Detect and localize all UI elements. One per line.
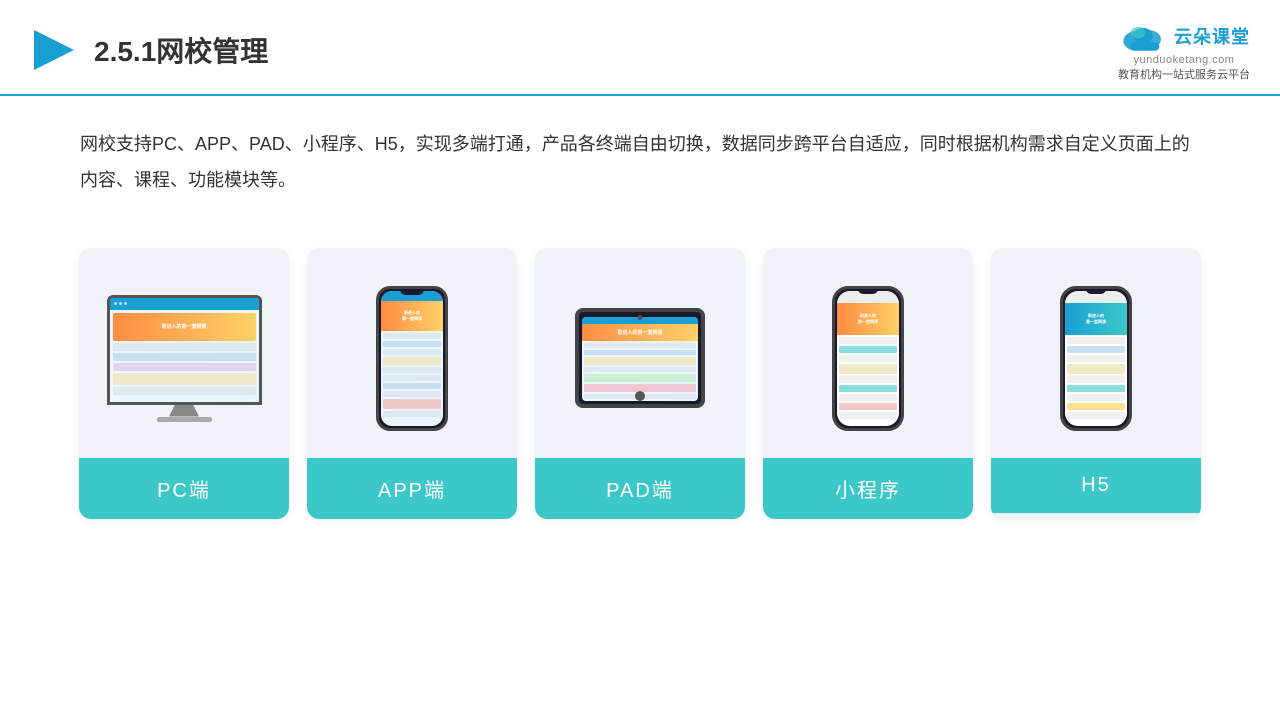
- pad-outer: 职进人的第一堂网课: [575, 308, 705, 408]
- cloud-icon: [1118, 18, 1168, 54]
- h5-phone-outer: 职进人的第一堂网课: [1060, 286, 1132, 431]
- logo-area: 云朵课堂 yunduoketang.com 教育机构一站式服务云平台: [1118, 18, 1250, 82]
- app-label: APP端: [307, 458, 517, 519]
- description-text: 网校支持PC、APP、PAD、小程序、H5，实现多端打通，产品各终端自由切换，数…: [80, 134, 1190, 190]
- pc-label: PC端: [79, 458, 289, 519]
- pc-mock: 职进人的第一堂网课: [107, 295, 262, 422]
- pc-card: 职进人的第一堂网课 PC端: [79, 248, 289, 519]
- pad-mock: 职进人的第一堂网课: [575, 308, 705, 408]
- logo-text-en: yunduoketang.com: [1134, 54, 1235, 66]
- mini-phone-mock: 职进人的第一堂网课: [832, 286, 904, 431]
- cards-area: 职进人的第一堂网课 PC端: [0, 218, 1280, 539]
- app-phone-mock: 职进人的第一堂网课: [376, 286, 448, 431]
- pad-image: 职进人的第一堂网课: [535, 248, 745, 458]
- pc-image: 职进人的第一堂网课: [79, 248, 289, 458]
- play-icon: [30, 26, 78, 74]
- header-left: 2.5.1网校管理: [30, 26, 268, 74]
- app-image: 职进人的第一堂网课: [307, 248, 517, 458]
- h5-image: 职进人的第一堂网课: [991, 248, 1201, 458]
- description: 网校支持PC、APP、PAD、小程序、H5，实现多端打通，产品各终端自由切换，数…: [0, 96, 1280, 208]
- pad-card: 职进人的第一堂网课 PAD端: [535, 248, 745, 519]
- logo-text-cn: 云朵课堂: [1174, 23, 1250, 49]
- logo-tagline: 教育机构一站式服务云平台: [1118, 66, 1250, 82]
- h5-phone-mock: 职进人的第一堂网课: [1060, 286, 1132, 431]
- h5-card: 职进人的第一堂网课: [991, 248, 1201, 519]
- mini-image: 职进人的第一堂网课: [763, 248, 973, 458]
- monitor: 职进人的第一堂网课: [107, 295, 262, 405]
- mini-card: 职进人的第一堂网课: [763, 248, 973, 519]
- mini-phone-outer: 职进人的第一堂网课: [832, 286, 904, 431]
- mini-label: 小程序: [763, 458, 973, 519]
- header: 2.5.1网校管理 云朵课堂 yunduoketang.com 教育机构一站式服…: [0, 0, 1280, 96]
- logo-cloud: 云朵课堂: [1118, 18, 1250, 54]
- pad-label: PAD端: [535, 458, 745, 519]
- app-phone-outer: 职进人的第一堂网课: [376, 286, 448, 431]
- page-title: 2.5.1网校管理: [94, 30, 268, 70]
- app-card: 职进人的第一堂网课: [307, 248, 517, 519]
- h5-label: H5: [991, 458, 1201, 513]
